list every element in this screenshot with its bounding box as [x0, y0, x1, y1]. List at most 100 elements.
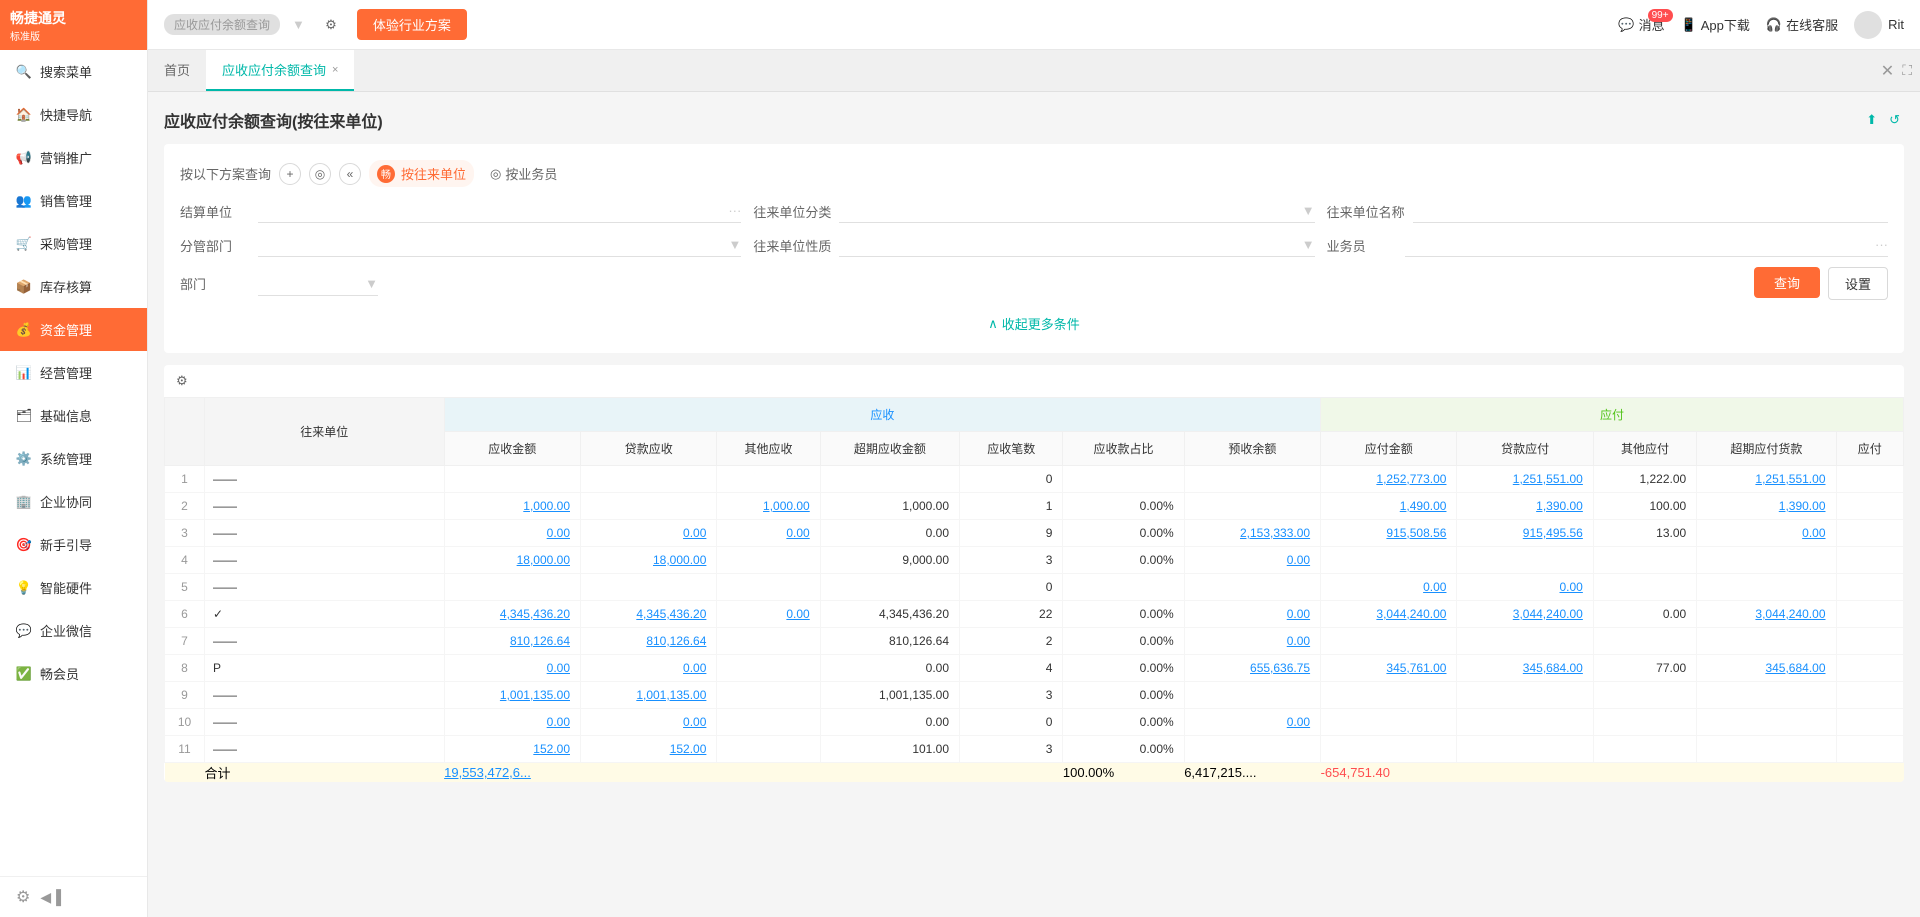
row-ar-amount[interactable]: 1,001,135.00: [444, 682, 580, 709]
row-ap-loan[interactable]: 0.00: [1457, 574, 1593, 601]
row-ar-amount[interactable]: 152.00: [444, 736, 580, 763]
unitname-input[interactable]: [1413, 199, 1888, 223]
sidebar-item-operations[interactable]: 📊 经营管理: [0, 351, 147, 394]
row-ap-loan[interactable]: 3,044,240.00: [1457, 601, 1593, 628]
row-ar-amount[interactable]: 0.00: [444, 520, 580, 547]
row-ap-amount[interactable]: 345,761.00: [1321, 655, 1457, 682]
row-ap-loan[interactable]: 1,390.00: [1457, 493, 1593, 520]
online-service-button[interactable]: 🎧 在线客服: [1766, 15, 1838, 34]
row-ar-amount[interactable]: 0.00: [444, 709, 580, 736]
row-ar-loan[interactable]: 0.00: [581, 709, 717, 736]
row-ap-amount[interactable]: 1,490.00: [1321, 493, 1457, 520]
collapse-icon[interactable]: ◀▐: [40, 889, 61, 906]
tab-arquery[interactable]: 应收应付余额查询 ×: [206, 50, 354, 91]
row-ar-prepay[interactable]: 0.00: [1184, 601, 1320, 628]
user-area[interactable]: Rit: [1854, 11, 1904, 39]
row-ar-amount[interactable]: 1,000.00: [444, 493, 580, 520]
salesperson-dots-icon: ···: [1875, 237, 1888, 252]
row-ar-loan[interactable]: 4,345,436.20: [581, 601, 717, 628]
search-icon: 🔍: [16, 64, 32, 80]
settings-bottom-icon[interactable]: ⚙: [16, 887, 30, 907]
messages-button[interactable]: 💬 消息 99+: [1618, 15, 1664, 34]
row-ar-prepay[interactable]: 0.00: [1184, 547, 1320, 574]
row-ar-prepay[interactable]: 655,636.75: [1184, 655, 1320, 682]
row-ap-amount[interactable]: 3,044,240.00: [1321, 601, 1457, 628]
row-ap-amount[interactable]: 0.00: [1321, 574, 1457, 601]
sidebar-item-quick[interactable]: 🏠 快捷导航: [0, 93, 147, 136]
row-ar-loan[interactable]: 810,126.64: [581, 628, 717, 655]
row-ap-amount: [1321, 628, 1457, 655]
row-ap-amount[interactable]: 915,508.56: [1321, 520, 1457, 547]
sidebar-item-wechat[interactable]: 💬 企业微信: [0, 609, 147, 652]
table-settings-icon[interactable]: ⚙: [176, 373, 188, 389]
filter-collapse-button[interactable]: «: [339, 163, 361, 185]
settings-config-button[interactable]: 设置: [1828, 267, 1888, 300]
target-icon: 🎯: [16, 537, 32, 553]
sidebar-item-member[interactable]: ✅ 畅会员: [0, 652, 147, 695]
sidebar-item-marketing[interactable]: 📢 营销推广: [0, 136, 147, 179]
tab-close-icon[interactable]: ×: [332, 64, 338, 76]
row-ap-overdue[interactable]: 345,684.00: [1697, 655, 1836, 682]
query-button[interactable]: 查询: [1754, 267, 1820, 298]
salesperson-input[interactable]: ···: [1405, 233, 1888, 257]
tab-expand-icon[interactable]: ⛶: [1902, 62, 1912, 79]
row-ap-loan[interactable]: 345,684.00: [1457, 655, 1593, 682]
row-ar-loan[interactable]: 152.00: [581, 736, 717, 763]
sidebar-item-inventory[interactable]: 📦 库存核算: [0, 265, 147, 308]
sidebar-item-hardware[interactable]: 💡 智能硬件: [0, 566, 147, 609]
biz-dept-select[interactable]: ▼: [258, 272, 378, 296]
row-ap-loan[interactable]: 915,495.56: [1457, 520, 1593, 547]
tab-home[interactable]: 首页: [148, 50, 206, 91]
topbar-gear-button[interactable]: ⚙: [317, 11, 345, 39]
row-ap-loan[interactable]: 1,251,551.00: [1457, 466, 1593, 493]
row-ar-ratio: 0.00%: [1063, 547, 1184, 574]
sidebar-item-basic[interactable]: 🗂 基础信息: [0, 394, 147, 437]
sidebar-item-system[interactable]: ⚙️ 系统管理: [0, 437, 147, 480]
trial-button[interactable]: 体验行业方案: [357, 9, 467, 40]
sidebar-item-label: 资金管理: [40, 320, 92, 339]
row-ar-prepay[interactable]: 0.00: [1184, 709, 1320, 736]
filter-settings-button[interactable]: ◎: [309, 163, 331, 185]
row-ar-amount[interactable]: 0.00: [444, 655, 580, 682]
table-scroll-area[interactable]: 往来单位 应收 应付 应收金额 贷款应收 其他应收 超期应收金额 应收笔数 应收…: [164, 397, 1904, 782]
category-select[interactable]: ▼: [839, 199, 1314, 223]
row-ap-amount[interactable]: 1,252,773.00: [1321, 466, 1457, 493]
row-ar-prepay[interactable]: 2,153,333.00: [1184, 520, 1320, 547]
row-ar-amount[interactable]: 18,000.00: [444, 547, 580, 574]
dept-select[interactable]: ▼: [258, 233, 741, 257]
filter-scheme-unit[interactable]: 畅 按往来单位: [369, 160, 474, 187]
sidebar-item-sales[interactable]: 👥 销售管理: [0, 179, 147, 222]
row-ar-amount[interactable]: 810,126.64: [444, 628, 580, 655]
row-ar-loan[interactable]: 18,000.00: [581, 547, 717, 574]
footer-ar-total[interactable]: 19,553,472,6...: [444, 763, 580, 783]
row-ap-overdue[interactable]: 3,044,240.00: [1697, 601, 1836, 628]
sidebar-item-purchase[interactable]: 🛒 采购管理: [0, 222, 147, 265]
row-ap-other: [1593, 628, 1696, 655]
row-ap-overdue[interactable]: 1,251,551.00: [1697, 466, 1836, 493]
row-ar-loan[interactable]: 0.00: [581, 520, 717, 547]
row-ar-loan[interactable]: 0.00: [581, 655, 717, 682]
row-ap-overdue[interactable]: 1,390.00: [1697, 493, 1836, 520]
row-ar-prepay[interactable]: 0.00: [1184, 628, 1320, 655]
row-ar-amount[interactable]: 4,345,436.20: [444, 601, 580, 628]
row-unit-name: P: [205, 655, 445, 682]
row-ar-other[interactable]: 1,000.00: [717, 493, 820, 520]
filter-collapse-toggle[interactable]: ∧ 收起更多条件: [180, 310, 1888, 337]
row-ar-other[interactable]: 0.00: [717, 520, 820, 547]
app-download-button[interactable]: 📱 App下载: [1681, 15, 1750, 34]
row-ap-overdue[interactable]: 0.00: [1697, 520, 1836, 547]
row-ar-other[interactable]: 0.00: [717, 601, 820, 628]
sidebar-item-search[interactable]: 🔍 搜索菜单: [0, 50, 147, 93]
tab-close-window-icon[interactable]: ✕: [1881, 61, 1894, 81]
filter-add-button[interactable]: +: [279, 163, 301, 185]
sidebar-item-corp[interactable]: 🏢 企业协同: [0, 480, 147, 523]
sidebar-item-finance[interactable]: 💰 资金管理: [0, 308, 147, 351]
settlement-input[interactable]: ···: [258, 199, 741, 223]
row-ar-ratio: 0.00%: [1063, 682, 1184, 709]
unittype-select[interactable]: ▼: [839, 233, 1314, 257]
refresh-button[interactable]: ↺: [1889, 112, 1904, 128]
sidebar-item-guide[interactable]: 🎯 新手引导: [0, 523, 147, 566]
row-ar-loan[interactable]: 1,001,135.00: [581, 682, 717, 709]
export-button[interactable]: ⬆: [1866, 112, 1881, 128]
filter-scheme-staff[interactable]: ◎ 按业务员: [482, 160, 565, 187]
